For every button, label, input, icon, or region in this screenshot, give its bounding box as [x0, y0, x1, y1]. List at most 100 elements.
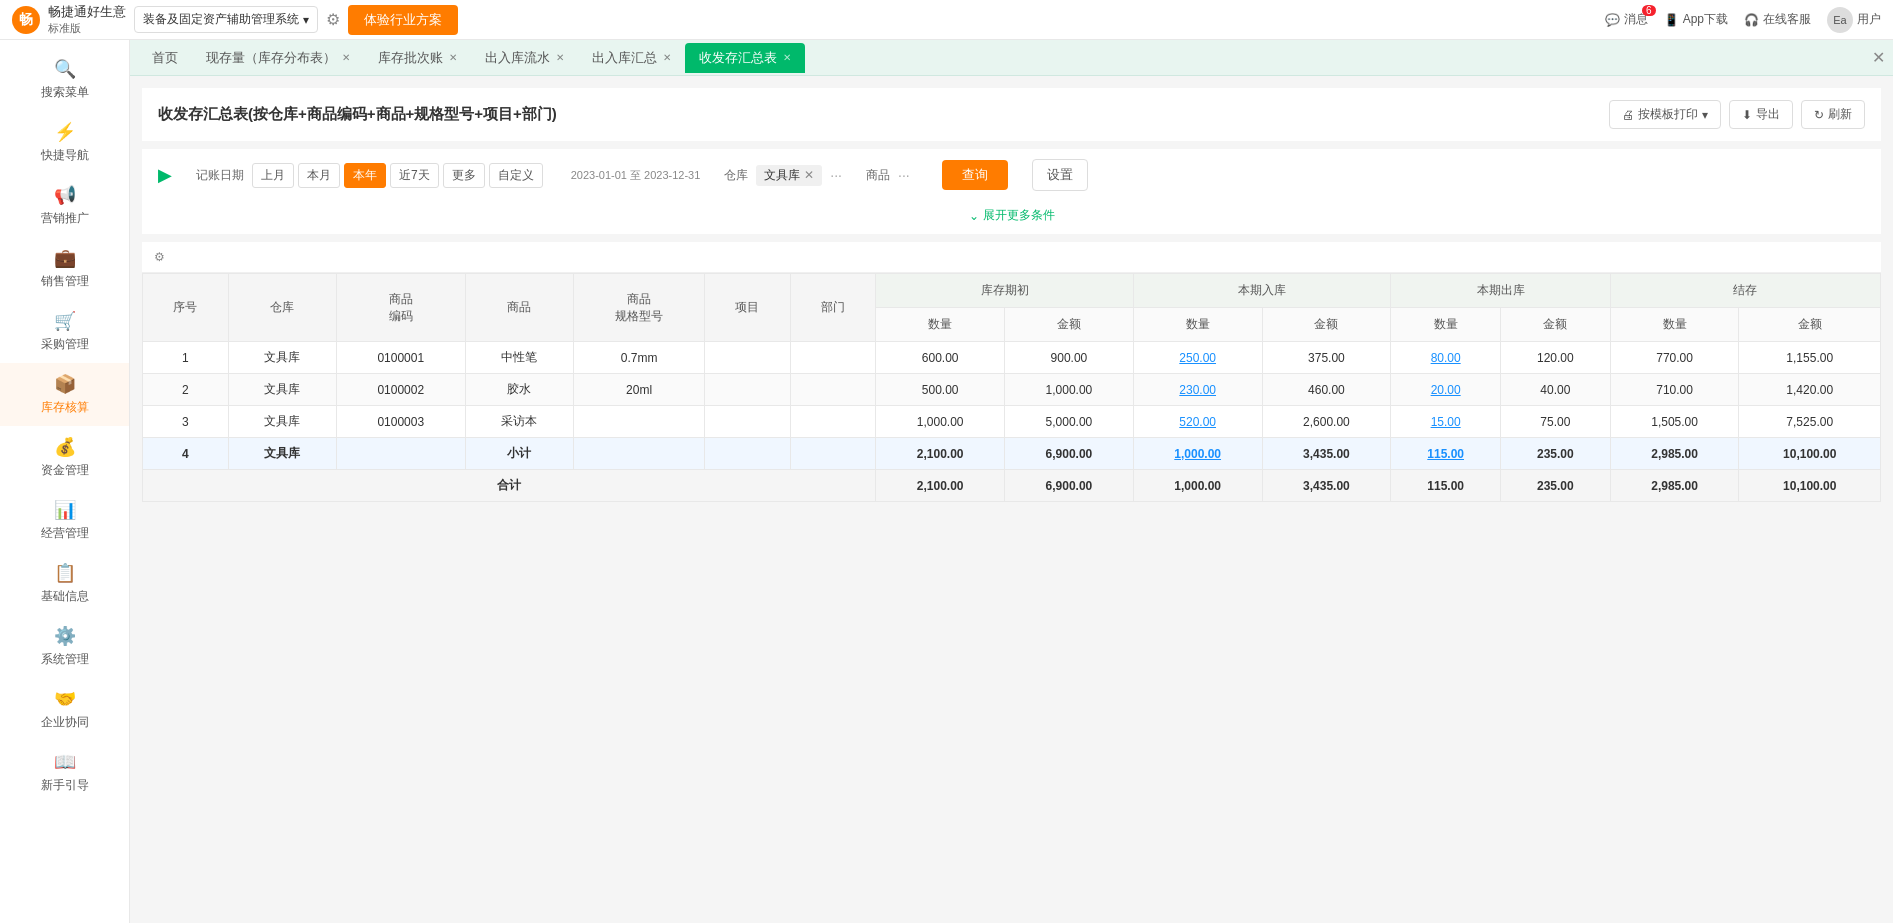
- tab-label: 出入库汇总: [592, 49, 657, 67]
- in-qty-link[interactable]: 230.00: [1179, 383, 1216, 397]
- tab-stock-dist[interactable]: 现存量（库存分布表） ✕: [192, 43, 364, 73]
- table-row: 1 文具库 0100001 中性笔 0.7mm 600.00 900.00 25…: [143, 342, 1881, 374]
- tab-inout-summary[interactable]: 出入库汇总 ✕: [578, 43, 685, 73]
- sidebar-item-inventory[interactable]: 📦 库存核算: [0, 363, 129, 426]
- sidebar-item-finance[interactable]: 💰 资金管理: [0, 426, 129, 489]
- main-layout: 🔍 搜索菜单 ⚡ 快捷导航 📢 营销推广 💼 销售管理 🛒 采购管理 📦 库存核…: [0, 40, 1893, 923]
- date-btn-custom[interactable]: 自定义: [489, 163, 543, 188]
- footer-bal-amt: 10,100.00: [1739, 470, 1881, 502]
- tab-batch[interactable]: 库存批次账 ✕: [364, 43, 471, 73]
- table-row: 2 文具库 0100002 胶水 20ml 500.00 1,000.00 23…: [143, 374, 1881, 406]
- cell-in-qty: 230.00: [1133, 374, 1262, 406]
- date-btn-7days[interactable]: 近7天: [390, 163, 439, 188]
- cell-out-amt: 75.00: [1501, 406, 1611, 438]
- out-qty-link[interactable]: 15.00: [1431, 415, 1461, 429]
- cell-dept: [790, 438, 876, 470]
- warehouse-more-icon[interactable]: ···: [830, 167, 842, 183]
- sidebar-item-quicknav[interactable]: ⚡ 快捷导航: [0, 111, 129, 174]
- th-goods: 商品: [465, 274, 573, 342]
- in-qty-link[interactable]: 1,000.00: [1174, 447, 1221, 461]
- footer-out-qty: 115.00: [1391, 470, 1501, 502]
- remove-warehouse-icon[interactable]: ✕: [804, 168, 814, 182]
- chevron-down-icon: ▾: [1702, 108, 1708, 122]
- settings-button[interactable]: 设置: [1032, 159, 1088, 191]
- refresh-button[interactable]: ↻ 刷新: [1801, 100, 1865, 129]
- sidebar-item-label: 资金管理: [41, 462, 89, 479]
- print-label: 按模板打印: [1638, 106, 1698, 123]
- cell-goods: 中性笔: [465, 342, 573, 374]
- th-out-amt: 金额: [1501, 308, 1611, 342]
- cell-project: [705, 406, 791, 438]
- trial-button[interactable]: 体验行业方案: [348, 5, 458, 35]
- tab-receive-send[interactable]: 收发存汇总表 ✕: [685, 43, 805, 73]
- query-button[interactable]: 查询: [942, 160, 1008, 190]
- sidebar-item-guide[interactable]: 📖 新手引导: [0, 741, 129, 804]
- sidebar-item-purchase[interactable]: 🛒 采购管理: [0, 300, 129, 363]
- out-qty-link[interactable]: 115.00: [1427, 447, 1464, 461]
- cell-spec: [574, 406, 705, 438]
- date-btn-lastmonth[interactable]: 上月: [252, 163, 294, 188]
- out-qty-link[interactable]: 20.00: [1431, 383, 1461, 397]
- cell-bal-amt: 1,420.00: [1739, 374, 1881, 406]
- app-download-label: App下载: [1683, 11, 1728, 28]
- collapse-icon[interactable]: ▶: [158, 164, 172, 186]
- cell-dept: [790, 342, 876, 374]
- close-all-icon[interactable]: ✕: [1872, 48, 1885, 67]
- message-action[interactable]: 💬 消息 6: [1605, 11, 1648, 28]
- app-download-action[interactable]: 📱 App下载: [1664, 11, 1728, 28]
- close-icon[interactable]: ✕: [556, 52, 564, 63]
- date-btn-more[interactable]: 更多: [443, 163, 485, 188]
- sidebar-item-collab[interactable]: 🤝 企业协同: [0, 678, 129, 741]
- cell-warehouse: 文具库: [228, 406, 336, 438]
- user-action[interactable]: Ea 用户: [1827, 7, 1881, 33]
- chart-icon: 📊: [54, 499, 76, 521]
- print-button[interactable]: 🖨 按模板打印 ▾: [1609, 100, 1721, 129]
- close-icon[interactable]: ✕: [449, 52, 457, 63]
- in-qty-link[interactable]: 250.00: [1179, 351, 1216, 365]
- cell-goods: 胶水: [465, 374, 573, 406]
- sidebar-item-business[interactable]: 📊 经营管理: [0, 489, 129, 552]
- system-select[interactable]: 装备及固定资产辅助管理系统 ▾: [134, 6, 318, 33]
- close-icon[interactable]: ✕: [783, 52, 791, 63]
- sidebar-item-sales[interactable]: 💼 销售管理: [0, 237, 129, 300]
- in-qty-link[interactable]: 520.00: [1179, 415, 1216, 429]
- tab-inout-flow[interactable]: 出入库流水 ✕: [471, 43, 578, 73]
- expand-btn[interactable]: ⌄ 展开更多条件: [969, 207, 1055, 224]
- close-icon[interactable]: ✕: [663, 52, 671, 63]
- th-init-qty: 数量: [876, 308, 1005, 342]
- sidebar-item-marketing[interactable]: 📢 营销推广: [0, 174, 129, 237]
- goods-filter-group: 商品 ···: [866, 167, 910, 184]
- gear-icon[interactable]: ⚙: [326, 10, 340, 29]
- cell-init-qty: 600.00: [876, 342, 1005, 374]
- cell-warehouse: 文具库: [228, 438, 336, 470]
- th-no: 序号: [143, 274, 229, 342]
- th-warehouse: 仓库: [228, 274, 336, 342]
- date-btn-thismonth[interactable]: 本月: [298, 163, 340, 188]
- cell-code: 0100003: [336, 406, 465, 438]
- tab-home[interactable]: 首页: [138, 43, 192, 73]
- sidebar-item-basics[interactable]: 📋 基础信息: [0, 552, 129, 615]
- cell-bal-qty: 2,985.00: [1610, 438, 1739, 470]
- cell-init-qty: 1,000.00: [876, 406, 1005, 438]
- close-icon[interactable]: ✕: [342, 52, 350, 63]
- table-row: 3 文具库 0100003 采访本 1,000.00 5,000.00 520.…: [143, 406, 1881, 438]
- export-button[interactable]: ⬇ 导出: [1729, 100, 1793, 129]
- sidebar-item-system[interactable]: ⚙️ 系统管理: [0, 615, 129, 678]
- system-name: 装备及固定资产辅助管理系统: [143, 11, 299, 28]
- table-settings-icon[interactable]: ⚙: [154, 250, 165, 264]
- cell-out-amt: 235.00: [1501, 438, 1611, 470]
- online-service-action[interactable]: 🎧 在线客服: [1744, 11, 1811, 28]
- cell-in-qty: 1,000.00: [1133, 438, 1262, 470]
- cell-spec: 0.7mm: [574, 342, 705, 374]
- export-label: 导出: [1756, 106, 1780, 123]
- cell-out-amt: 120.00: [1501, 342, 1611, 374]
- cell-out-qty: 15.00: [1391, 406, 1501, 438]
- cell-spec: [574, 438, 705, 470]
- out-qty-link[interactable]: 80.00: [1431, 351, 1461, 365]
- cell-code: [336, 438, 465, 470]
- cell-bal-amt: 10,100.00: [1739, 438, 1881, 470]
- goods-more-icon[interactable]: ···: [898, 167, 910, 183]
- cell-no: 4: [143, 438, 229, 470]
- date-btn-thisyear[interactable]: 本年: [344, 163, 386, 188]
- sidebar-item-search[interactable]: 🔍 搜索菜单: [0, 48, 129, 111]
